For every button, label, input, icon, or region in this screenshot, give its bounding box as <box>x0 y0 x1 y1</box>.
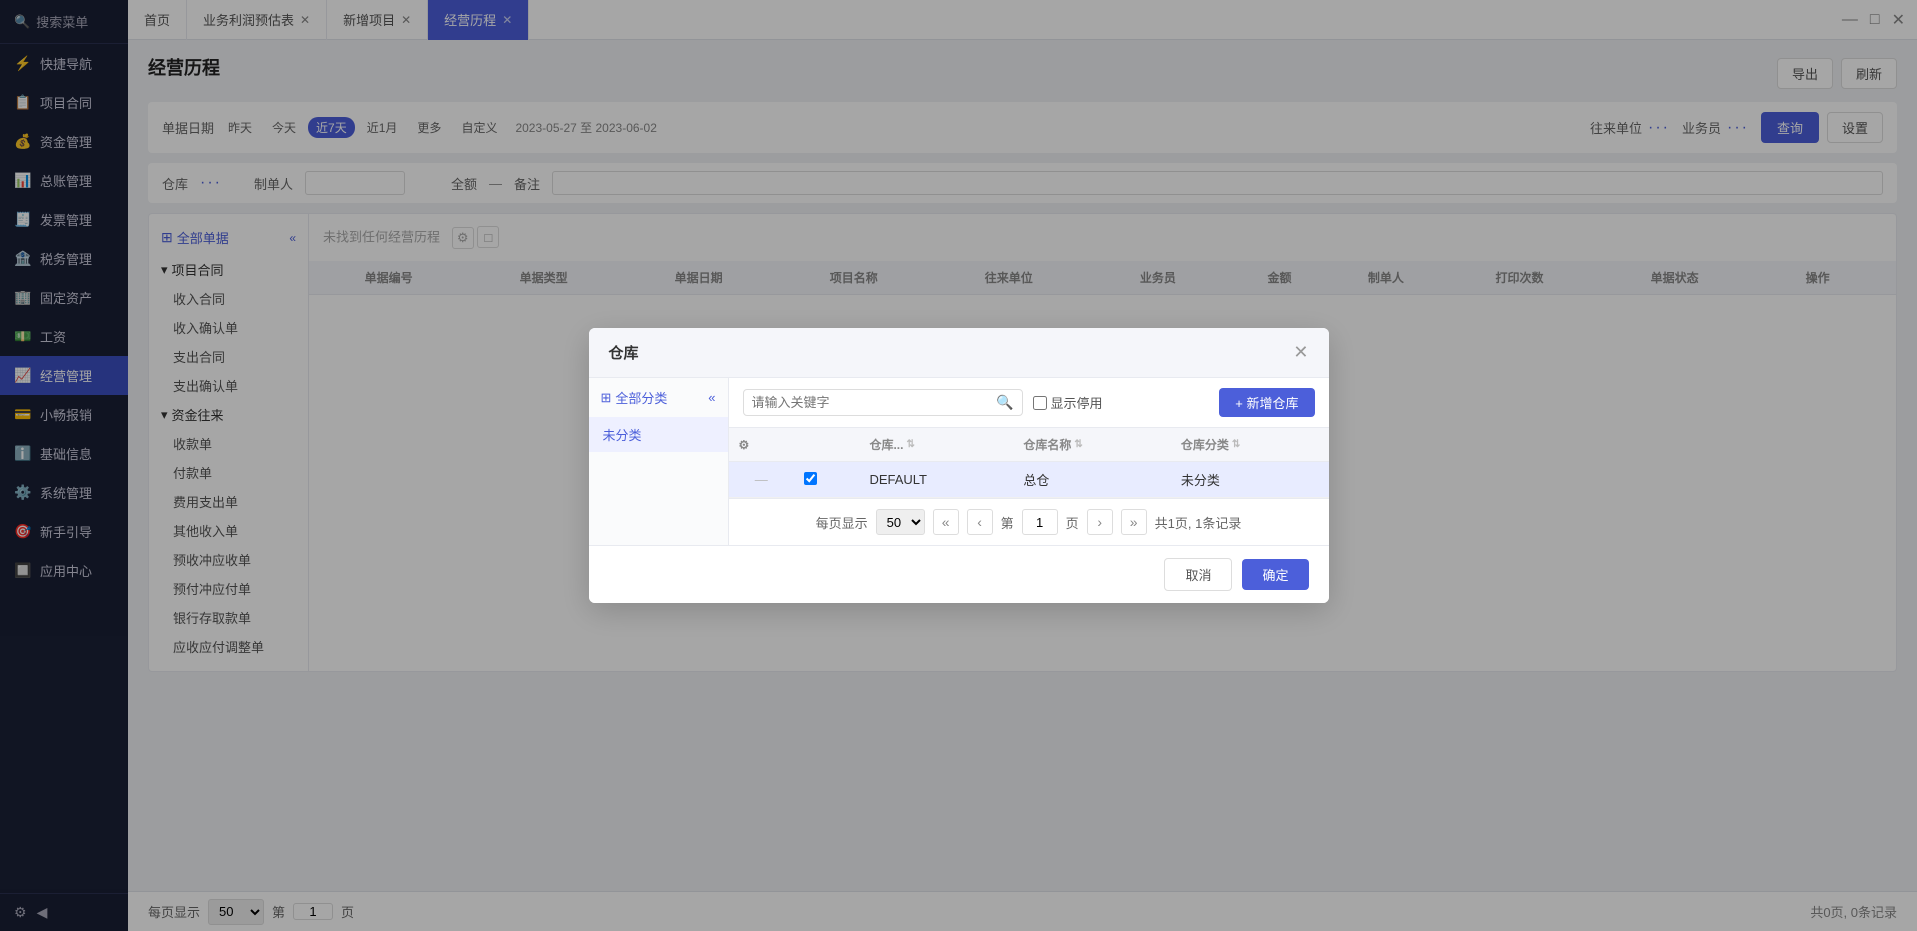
left-collapse-icon[interactable]: « <box>708 390 715 405</box>
modal-right-panel: 🔍 显示停用 + 新增仓库 ⚙ 仓库...⇅ 仓库名称⇅ 仓库分类⇅ <box>729 378 1329 545</box>
modal-left-panel: ⊞ 全部分类 « 未分类 <box>589 378 729 545</box>
cancel-button[interactable]: 取消 <box>1164 558 1232 591</box>
modal-table: ⚙ 仓库...⇅ 仓库名称⇅ 仓库分类⇅ — DEFAULT 总仓 未分类 <box>729 428 1329 498</box>
modal-first-page-btn[interactable]: « <box>933 509 959 535</box>
modal-toolbar: 🔍 显示停用 + 新增仓库 <box>729 378 1329 428</box>
modal-page-next: 页 <box>1066 513 1079 532</box>
modal-search-input[interactable] <box>752 395 997 410</box>
row-checkbox-cell[interactable] <box>794 462 859 498</box>
sort-category[interactable]: 仓库分类⇅ <box>1181 436 1319 453</box>
row-name-cell: 总仓 <box>1013 462 1171 498</box>
modal-col-code[interactable]: 仓库...⇅ <box>859 428 1013 462</box>
modal-total-text: 共1页, 1条记录 <box>1155 513 1242 532</box>
modal-per-page-label: 每页显示 <box>816 513 868 532</box>
modal-header: 仓库 ✕ <box>589 328 1329 378</box>
show-disabled-checkbox[interactable] <box>1033 396 1047 410</box>
modal-pagination: 每页显示 50 « ‹ 第 页 › » 共1页, 1条记录 <box>729 498 1329 545</box>
sort-icon-code: ⇅ <box>906 439 914 450</box>
add-warehouse-button[interactable]: + 新增仓库 <box>1219 388 1314 417</box>
modal-col-settings: ⚙ <box>729 428 794 462</box>
sort-code[interactable]: 仓库...⇅ <box>869 436 1003 453</box>
modal-search-box[interactable]: 🔍 <box>743 389 1023 416</box>
modal-prev-page-btn[interactable]: ‹ <box>967 509 993 535</box>
modal-category-uncategorized[interactable]: 未分类 <box>589 417 728 452</box>
show-disabled-text: 显示停用 <box>1051 393 1103 412</box>
modal-last-page-btn[interactable]: » <box>1121 509 1147 535</box>
warehouse-modal: 仓库 ✕ ⊞ 全部分类 « 未分类 <box>589 328 1329 603</box>
modal-next-page-btn[interactable]: › <box>1087 509 1113 535</box>
row-code-cell: DEFAULT <box>859 462 1013 498</box>
sort-icon-name: ⇅ <box>1074 439 1082 450</box>
modal-left-header: ⊞ 全部分类 « <box>589 378 728 417</box>
modal-page-input[interactable] <box>1022 509 1058 535</box>
modal-footer: 取消 确定 <box>589 545 1329 603</box>
all-categories-label[interactable]: 全部分类 <box>615 388 667 407</box>
modal-title: 仓库 <box>609 342 639 363</box>
row-category-cell: 未分类 <box>1171 462 1329 498</box>
modal-overlay[interactable]: 仓库 ✕ ⊞ 全部分类 « 未分类 <box>0 0 1917 931</box>
modal-close-button[interactable]: ✕ <box>1293 342 1308 363</box>
confirm-button[interactable]: 确定 <box>1242 559 1308 590</box>
row-settings-cell: — <box>729 462 794 498</box>
modal-search-icon: 🔍 <box>996 394 1013 411</box>
modal-col-checkbox <box>794 428 859 462</box>
modal-page-label: 第 <box>1001 513 1014 532</box>
modal-col-category[interactable]: 仓库分类⇅ <box>1171 428 1329 462</box>
sort-icon-category: ⇅ <box>1232 439 1240 450</box>
all-categories-icon: ⊞ <box>601 390 612 406</box>
modal-col-name[interactable]: 仓库名称⇅ <box>1013 428 1171 462</box>
modal-per-page-select[interactable]: 50 <box>876 509 925 535</box>
modal-body: ⊞ 全部分类 « 未分类 🔍 显示停用 <box>589 378 1329 545</box>
sort-name[interactable]: 仓库名称⇅ <box>1023 436 1161 453</box>
modal-table-row[interactable]: — DEFAULT 总仓 未分类 <box>729 462 1329 498</box>
show-disabled-label[interactable]: 显示停用 <box>1033 393 1103 412</box>
